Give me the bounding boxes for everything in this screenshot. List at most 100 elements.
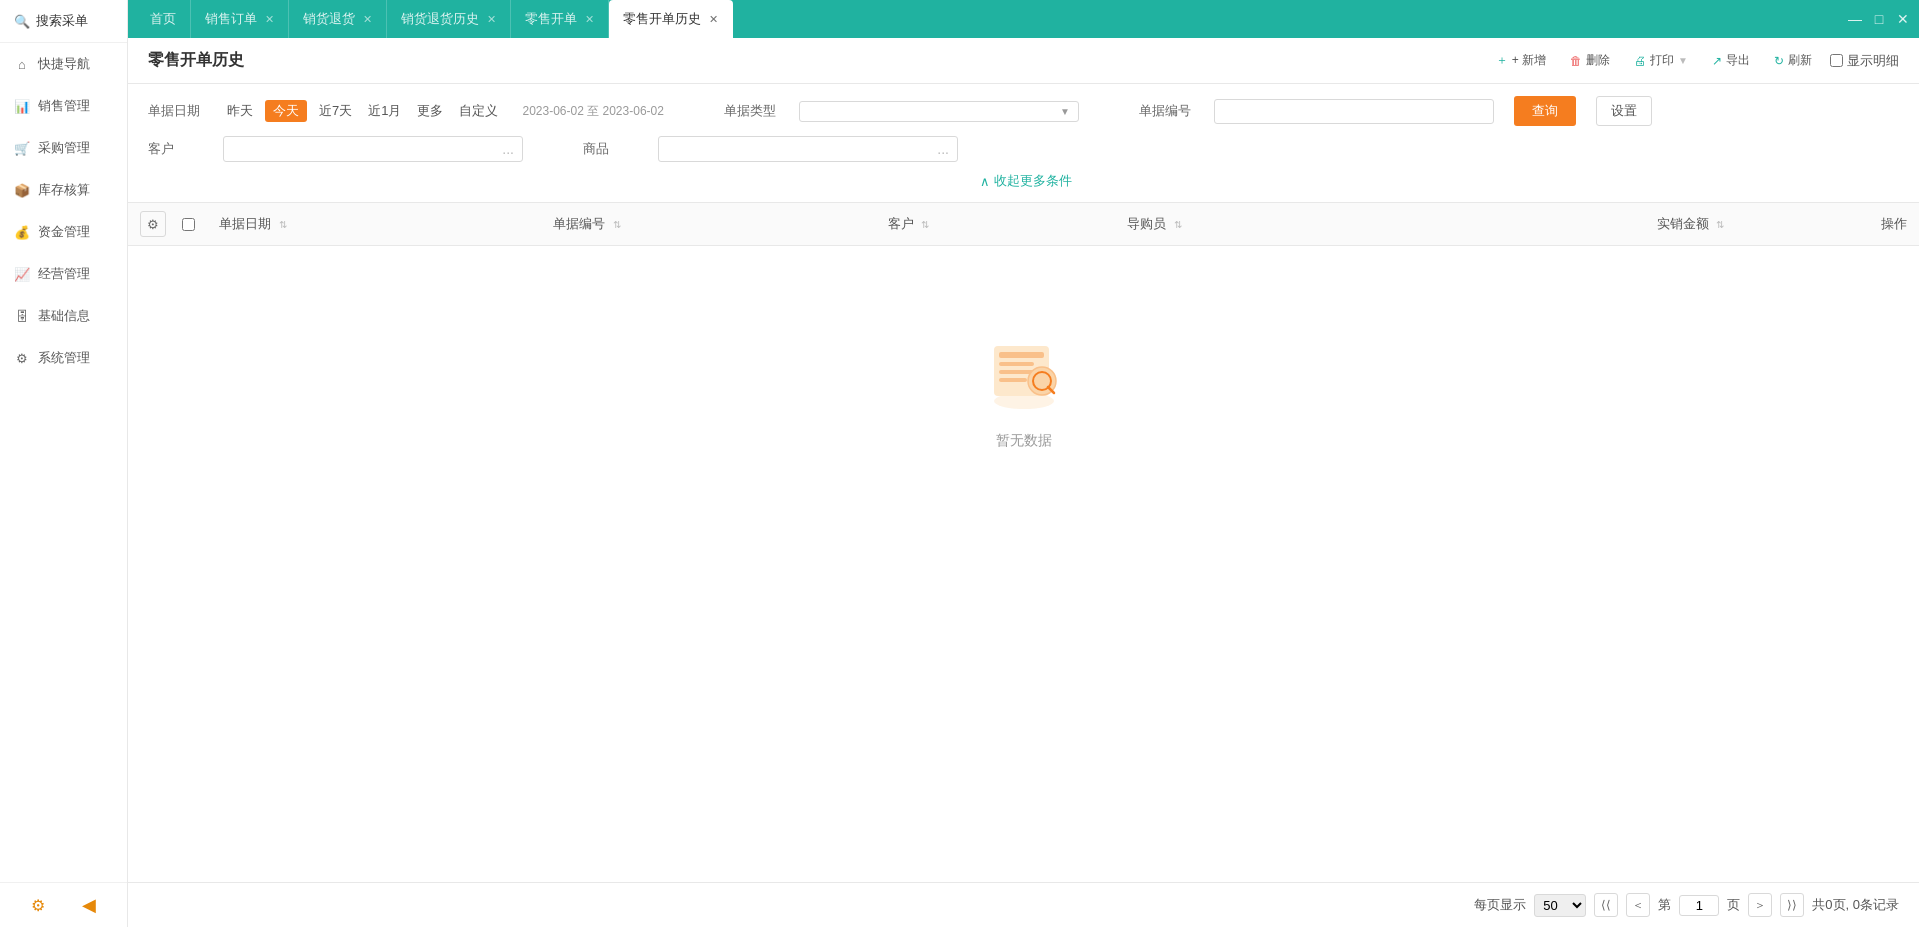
sidebar-item-purchase-mgmt[interactable]: 🛒 采购管理: [0, 127, 127, 169]
search-icon: 🔍: [14, 13, 30, 29]
tab-sales-return[interactable]: 销货退货 ✕: [289, 0, 387, 38]
select-all-checkbox[interactable]: [182, 218, 195, 231]
col-customer-sort[interactable]: ⇅: [921, 219, 929, 230]
customer-dots[interactable]: ...: [502, 141, 514, 157]
tab-sales-order[interactable]: 销售订单 ✕: [191, 0, 289, 38]
maximize-button[interactable]: □: [1871, 11, 1887, 27]
col-customer-label: 客户: [888, 216, 914, 231]
display-col-label: 显示明细: [1847, 52, 1899, 70]
sidebar-item-quick-nav[interactable]: ⌂ 快捷导航: [0, 43, 127, 85]
delete-button[interactable]: 🗑 删除: [1564, 48, 1616, 73]
sidebar-item-finance[interactable]: 💰 资金管理: [0, 211, 127, 253]
delete-icon: 🗑: [1570, 54, 1582, 68]
date-opt-today[interactable]: 今天: [265, 100, 307, 122]
tab-sales-return-history[interactable]: 销货退货历史 ✕: [387, 0, 511, 38]
tab-sales-order-close[interactable]: ✕: [265, 13, 274, 26]
next-page-button[interactable]: ＞: [1748, 893, 1772, 917]
tab-sales-return-history-close[interactable]: ✕: [487, 13, 496, 26]
svg-rect-5: [999, 378, 1027, 382]
col-number-header[interactable]: 单据编号 ⇅: [541, 203, 875, 246]
settings-icon: ⚙: [14, 350, 30, 366]
display-col-toggle[interactable]: 显示明细: [1830, 52, 1899, 70]
col-customer-header[interactable]: 客户 ⇅: [876, 203, 1115, 246]
minimize-button[interactable]: —: [1847, 11, 1863, 27]
col-date-sort[interactable]: ⇅: [279, 219, 287, 230]
sidebar-item-inventory[interactable]: 📦 库存核算: [0, 169, 127, 211]
sidebar-item-label: 资金管理: [38, 223, 90, 241]
date-opt-1month[interactable]: 近1月: [364, 100, 405, 122]
page-prefix-label: 第: [1658, 896, 1671, 914]
number-input-field[interactable]: [1223, 104, 1485, 119]
settings-button[interactable]: 设置: [1596, 96, 1652, 126]
col-amount-sort[interactable]: ⇅: [1716, 219, 1724, 230]
box-icon: 📦: [14, 182, 30, 198]
number-filter-input[interactable]: [1214, 99, 1494, 124]
page-title: 零售开单历史: [148, 50, 244, 71]
tab-sales-order-label: 销售订单: [205, 10, 257, 28]
query-button[interactable]: 查询: [1514, 96, 1576, 126]
date-opt-more[interactable]: 更多: [413, 100, 447, 122]
gear-bottom-icon[interactable]: ⚙: [28, 895, 48, 915]
close-button[interactable]: ✕: [1895, 11, 1911, 27]
tab-retail-open[interactable]: 零售开单 ✕: [511, 0, 609, 38]
date-options: 昨天 今天 近7天 近1月 更多 自定义: [223, 100, 502, 122]
customer-filter-input[interactable]: ...: [223, 136, 523, 162]
collapse-arrow-icon: ∧: [980, 174, 990, 189]
col-number-sort[interactable]: ⇅: [613, 219, 621, 230]
display-col-checkbox[interactable]: [1830, 54, 1843, 67]
col-salesperson-sort[interactable]: ⇅: [1174, 219, 1182, 230]
prev-page-button[interactable]: ＜: [1626, 893, 1650, 917]
goods-filter-input[interactable]: ...: [658, 136, 958, 162]
sidebar-item-base-info[interactable]: 🗄 基础信息: [0, 295, 127, 337]
tab-home[interactable]: 首页: [136, 0, 191, 38]
goods-dots[interactable]: ...: [937, 141, 949, 157]
export-label: 导出: [1726, 52, 1750, 69]
sidebar-item-label: 库存核算: [38, 181, 90, 199]
tab-retail-open-close[interactable]: ✕: [585, 13, 594, 26]
tab-sales-return-close[interactable]: ✕: [363, 13, 372, 26]
sidebar-item-label: 经营管理: [38, 265, 90, 283]
sidebar-item-sys-mgmt[interactable]: ⚙ 系统管理: [0, 337, 127, 379]
col-date-header[interactable]: 单据日期 ⇅: [207, 203, 541, 246]
date-filter-label: 单据日期: [148, 102, 203, 120]
goods-input-field[interactable]: [667, 142, 937, 157]
refresh-button[interactable]: ↻ 刷新: [1768, 48, 1818, 73]
type-filter-select[interactable]: ▼: [799, 101, 1079, 122]
sidebar-item-sales-mgmt[interactable]: 📊 销售管理: [0, 85, 127, 127]
page-number-input[interactable]: [1679, 895, 1719, 916]
date-opt-7days[interactable]: 近7天: [315, 100, 356, 122]
sidebar-item-operations[interactable]: 📈 经营管理: [0, 253, 127, 295]
collapse-sidebar-icon[interactable]: ◀: [79, 895, 99, 915]
sidebar-item-label: 快捷导航: [38, 55, 90, 73]
column-settings-button[interactable]: ⚙: [140, 211, 166, 237]
sidebar-search[interactable]: 🔍 搜索采单: [0, 0, 127, 43]
col-number-label: 单据编号: [553, 216, 605, 231]
date-range-display: 2023-06-02 至 2023-06-02: [522, 103, 663, 120]
print-icon: 🖨: [1634, 54, 1646, 68]
svg-rect-3: [999, 362, 1034, 366]
pagination: 每页显示 50 20 100 200 ⟨⟨ ＜ 第 页 ＞ ⟩⟩ 共0页, 0条…: [128, 882, 1919, 927]
tab-sales-return-label: 销货退货: [303, 10, 355, 28]
col-salesperson-header[interactable]: 导购员 ⇅: [1115, 203, 1402, 246]
collapse-filter-btn[interactable]: ∧ 收起更多条件: [148, 172, 1899, 190]
export-button[interactable]: ↗ 导出: [1706, 48, 1756, 73]
date-opt-yesterday[interactable]: 昨天: [223, 100, 257, 122]
refresh-label: 刷新: [1788, 52, 1812, 69]
print-button[interactable]: 🖨 打印 ▼: [1628, 48, 1694, 73]
window-controls: — □ ✕: [1847, 11, 1911, 27]
number-filter-label: 单据编号: [1139, 102, 1194, 120]
date-opt-custom[interactable]: 自定义: [455, 100, 502, 122]
customer-filter-label: 客户: [148, 140, 203, 158]
first-page-button[interactable]: ⟨⟨: [1594, 893, 1618, 917]
tab-retail-history-close[interactable]: ✕: [709, 13, 718, 26]
add-icon: ＋: [1496, 52, 1508, 69]
sidebar-search-label: 搜索采单: [36, 12, 88, 30]
tab-retail-history[interactable]: 零售开单历史 ✕: [609, 0, 733, 38]
empty-state: 暂无数据: [128, 246, 1919, 530]
print-dropdown-arrow[interactable]: ▼: [1678, 55, 1688, 66]
add-button[interactable]: ＋ + 新增: [1490, 48, 1552, 73]
col-amount-header[interactable]: 实销金额 ⇅: [1402, 203, 1736, 246]
last-page-button[interactable]: ⟩⟩: [1780, 893, 1804, 917]
customer-input-field[interactable]: [232, 142, 502, 157]
per-page-select[interactable]: 50 20 100 200: [1534, 894, 1586, 917]
